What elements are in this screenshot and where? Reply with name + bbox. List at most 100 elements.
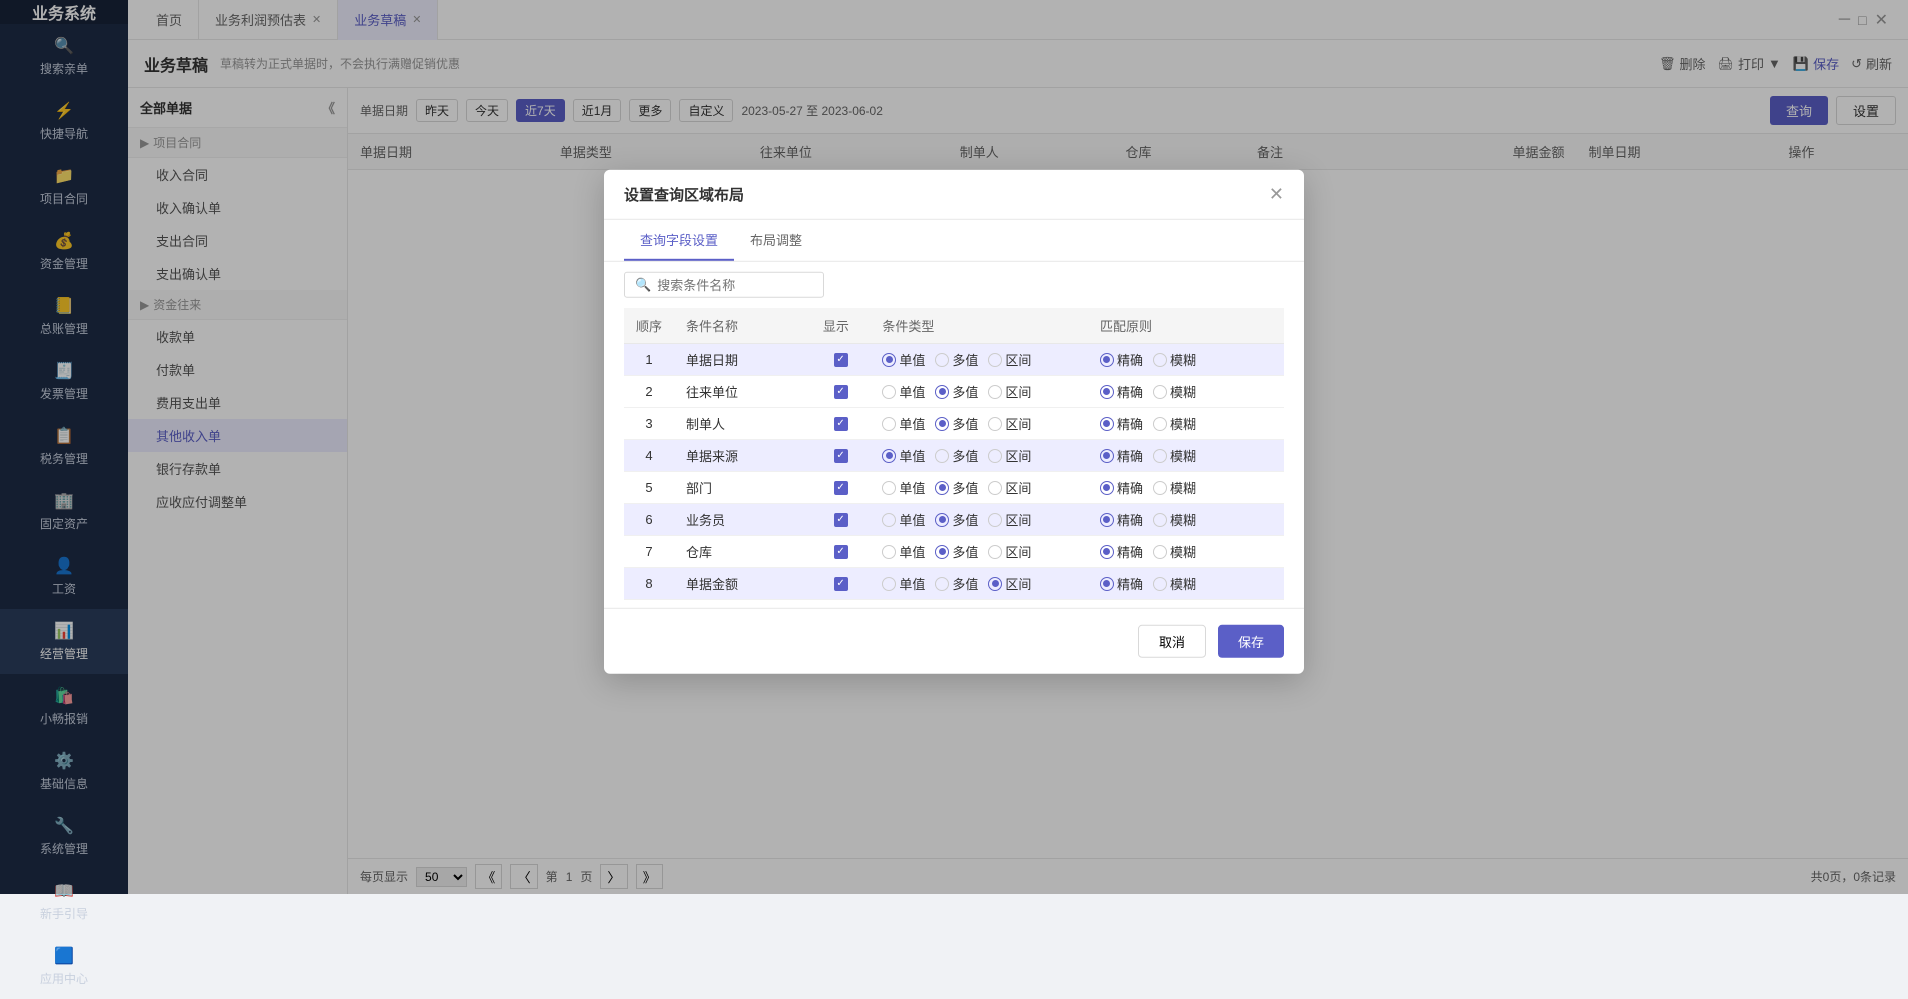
checkbox-row-2[interactable] bbox=[834, 416, 848, 430]
modal-tabs: 查询字段设置 布局调整 bbox=[604, 220, 1304, 262]
radio-type-multiple-row-2[interactable]: 多值 bbox=[935, 414, 978, 433]
radio-match-fuzzy-row-7[interactable]: 模糊 bbox=[1153, 574, 1196, 593]
th-show: 显示 bbox=[811, 308, 871, 344]
cell-show[interactable] bbox=[811, 471, 871, 503]
radio-match-exact-row-7[interactable]: 精确 bbox=[1100, 574, 1143, 593]
radio-type-multiple-row-7[interactable]: 多值 bbox=[935, 574, 978, 593]
modal-search-input[interactable] bbox=[657, 277, 807, 292]
radio-type-range-row-4[interactable]: 区间 bbox=[988, 478, 1031, 497]
cell-match[interactable]: 精确模糊 bbox=[1088, 439, 1284, 471]
checkbox-row-3[interactable] bbox=[834, 448, 848, 462]
cell-show[interactable] bbox=[811, 567, 871, 599]
radio-match-exact-row-6[interactable]: 精确 bbox=[1100, 542, 1143, 561]
modal-search-box: 🔍 bbox=[624, 272, 824, 298]
radio-match-fuzzy-row-0[interactable]: 模糊 bbox=[1153, 350, 1196, 369]
checkbox-row-1[interactable] bbox=[834, 384, 848, 398]
radio-type-single-row-1[interactable]: 单值 bbox=[882, 382, 925, 401]
radio-match-exact-row-1[interactable]: 精确 bbox=[1100, 382, 1143, 401]
cell-type[interactable]: 单值多值区间 bbox=[870, 503, 1088, 535]
tab-layout[interactable]: 布局调整 bbox=[734, 220, 818, 261]
cell-show[interactable] bbox=[811, 407, 871, 439]
cell-match[interactable]: 精确模糊 bbox=[1088, 535, 1284, 567]
cell-order: 8 bbox=[624, 567, 674, 599]
checkbox-row-4[interactable] bbox=[834, 480, 848, 494]
checkbox-row-6[interactable] bbox=[834, 544, 848, 558]
sidebar-item-label: 新手引导 bbox=[40, 905, 88, 922]
cell-type[interactable]: 单值多值区间 bbox=[870, 375, 1088, 407]
radio-match-fuzzy-row-3[interactable]: 模糊 bbox=[1153, 446, 1196, 465]
modal-title: 设置查询区域布局 bbox=[624, 184, 744, 205]
cell-type[interactable]: 单值多值区间 bbox=[870, 535, 1088, 567]
modal-close-btn[interactable]: ✕ bbox=[1269, 184, 1284, 205]
cell-type[interactable]: 单值多值区间 bbox=[870, 439, 1088, 471]
radio-type-multiple-row-0[interactable]: 多值 bbox=[935, 350, 978, 369]
cell-show[interactable] bbox=[811, 375, 871, 407]
th-type: 条件类型 bbox=[870, 308, 1088, 344]
settings-modal: 设置查询区域布局 ✕ 查询字段设置 布局调整 🔍 bbox=[604, 170, 1304, 674]
cell-type[interactable]: 单值多值区间 bbox=[870, 599, 1088, 608]
radio-type-single-row-7[interactable]: 单值 bbox=[882, 574, 925, 593]
cell-show[interactable] bbox=[811, 343, 871, 375]
cell-type[interactable]: 单值多值区间 bbox=[870, 471, 1088, 503]
radio-type-range-row-5[interactable]: 区间 bbox=[988, 510, 1031, 529]
cell-match[interactable]: 精确模糊 bbox=[1088, 567, 1284, 599]
radio-match-exact-row-5[interactable]: 精确 bbox=[1100, 510, 1143, 529]
radio-match-fuzzy-row-1[interactable]: 模糊 bbox=[1153, 382, 1196, 401]
app-icon: 🟦 bbox=[54, 946, 74, 966]
tab-query-fields[interactable]: 查询字段设置 bbox=[624, 220, 734, 261]
radio-match-exact-row-0[interactable]: 精确 bbox=[1100, 350, 1143, 369]
cell-order: 1 bbox=[624, 343, 674, 375]
cell-order: 9 bbox=[624, 599, 674, 608]
radio-type-multiple-row-1[interactable]: 多值 bbox=[935, 382, 978, 401]
cell-show[interactable] bbox=[811, 535, 871, 567]
radio-match-exact-row-3[interactable]: 精确 bbox=[1100, 446, 1143, 465]
modal-save-button[interactable]: 保存 bbox=[1218, 625, 1284, 658]
cancel-button[interactable]: 取消 bbox=[1138, 625, 1206, 658]
th-match: 匹配原则 bbox=[1088, 308, 1284, 344]
cell-show[interactable] bbox=[811, 503, 871, 535]
radio-type-range-row-7[interactable]: 区间 bbox=[988, 574, 1031, 593]
radio-type-multiple-row-5[interactable]: 多值 bbox=[935, 510, 978, 529]
radio-type-range-row-2[interactable]: 区间 bbox=[988, 414, 1031, 433]
radio-type-range-row-6[interactable]: 区间 bbox=[988, 542, 1031, 561]
cell-show[interactable] bbox=[811, 599, 871, 608]
radio-type-single-row-0[interactable]: 单值 bbox=[882, 350, 925, 369]
radio-type-range-row-3[interactable]: 区间 bbox=[988, 446, 1031, 465]
cell-type[interactable]: 单值多值区间 bbox=[870, 567, 1088, 599]
radio-match-fuzzy-row-2[interactable]: 模糊 bbox=[1153, 414, 1196, 433]
cell-match[interactable]: 精确模糊 bbox=[1088, 343, 1284, 375]
sidebar-item-appstore[interactable]: 🟦 应用中心 bbox=[0, 934, 128, 999]
cell-match[interactable]: 精确模糊 bbox=[1088, 471, 1284, 503]
sidebar-item-label: 应用中心 bbox=[40, 970, 88, 987]
checkbox-row-5[interactable] bbox=[834, 512, 848, 526]
radio-match-exact-row-4[interactable]: 精确 bbox=[1100, 478, 1143, 497]
radio-match-fuzzy-row-4[interactable]: 模糊 bbox=[1153, 478, 1196, 497]
radio-type-multiple-row-6[interactable]: 多值 bbox=[935, 542, 978, 561]
radio-type-multiple-row-4[interactable]: 多值 bbox=[935, 478, 978, 497]
cell-type[interactable]: 单值多值区间 bbox=[870, 407, 1088, 439]
radio-type-range-row-1[interactable]: 区间 bbox=[988, 382, 1031, 401]
radio-type-single-row-6[interactable]: 单值 bbox=[882, 542, 925, 561]
radio-type-single-row-3[interactable]: 单值 bbox=[882, 446, 925, 465]
radio-type-single-row-4[interactable]: 单值 bbox=[882, 478, 925, 497]
modal-search-area: 🔍 bbox=[604, 262, 1304, 308]
modal-header: 设置查询区域布局 ✕ bbox=[604, 170, 1304, 220]
radio-match-exact-row-2[interactable]: 精确 bbox=[1100, 414, 1143, 433]
cell-match[interactable]: 精确模糊 bbox=[1088, 375, 1284, 407]
radio-type-multiple-row-3[interactable]: 多值 bbox=[935, 446, 978, 465]
th-order: 顺序 bbox=[624, 308, 674, 344]
radio-type-range-row-0[interactable]: 区间 bbox=[988, 350, 1031, 369]
radio-type-single-row-5[interactable]: 单值 bbox=[882, 510, 925, 529]
checkbox-row-0[interactable] bbox=[834, 352, 848, 366]
cell-match[interactable]: 精确模糊 bbox=[1088, 599, 1284, 608]
checkbox-row-7[interactable] bbox=[834, 576, 848, 590]
cell-show[interactable] bbox=[811, 439, 871, 471]
cell-type[interactable]: 单值多值区间 bbox=[870, 343, 1088, 375]
cell-match[interactable]: 精确模糊 bbox=[1088, 503, 1284, 535]
cell-order: 3 bbox=[624, 407, 674, 439]
cell-name: 单据金额 bbox=[674, 567, 811, 599]
radio-type-single-row-2[interactable]: 单值 bbox=[882, 414, 925, 433]
radio-match-fuzzy-row-6[interactable]: 模糊 bbox=[1153, 542, 1196, 561]
radio-match-fuzzy-row-5[interactable]: 模糊 bbox=[1153, 510, 1196, 529]
cell-match[interactable]: 精确模糊 bbox=[1088, 407, 1284, 439]
